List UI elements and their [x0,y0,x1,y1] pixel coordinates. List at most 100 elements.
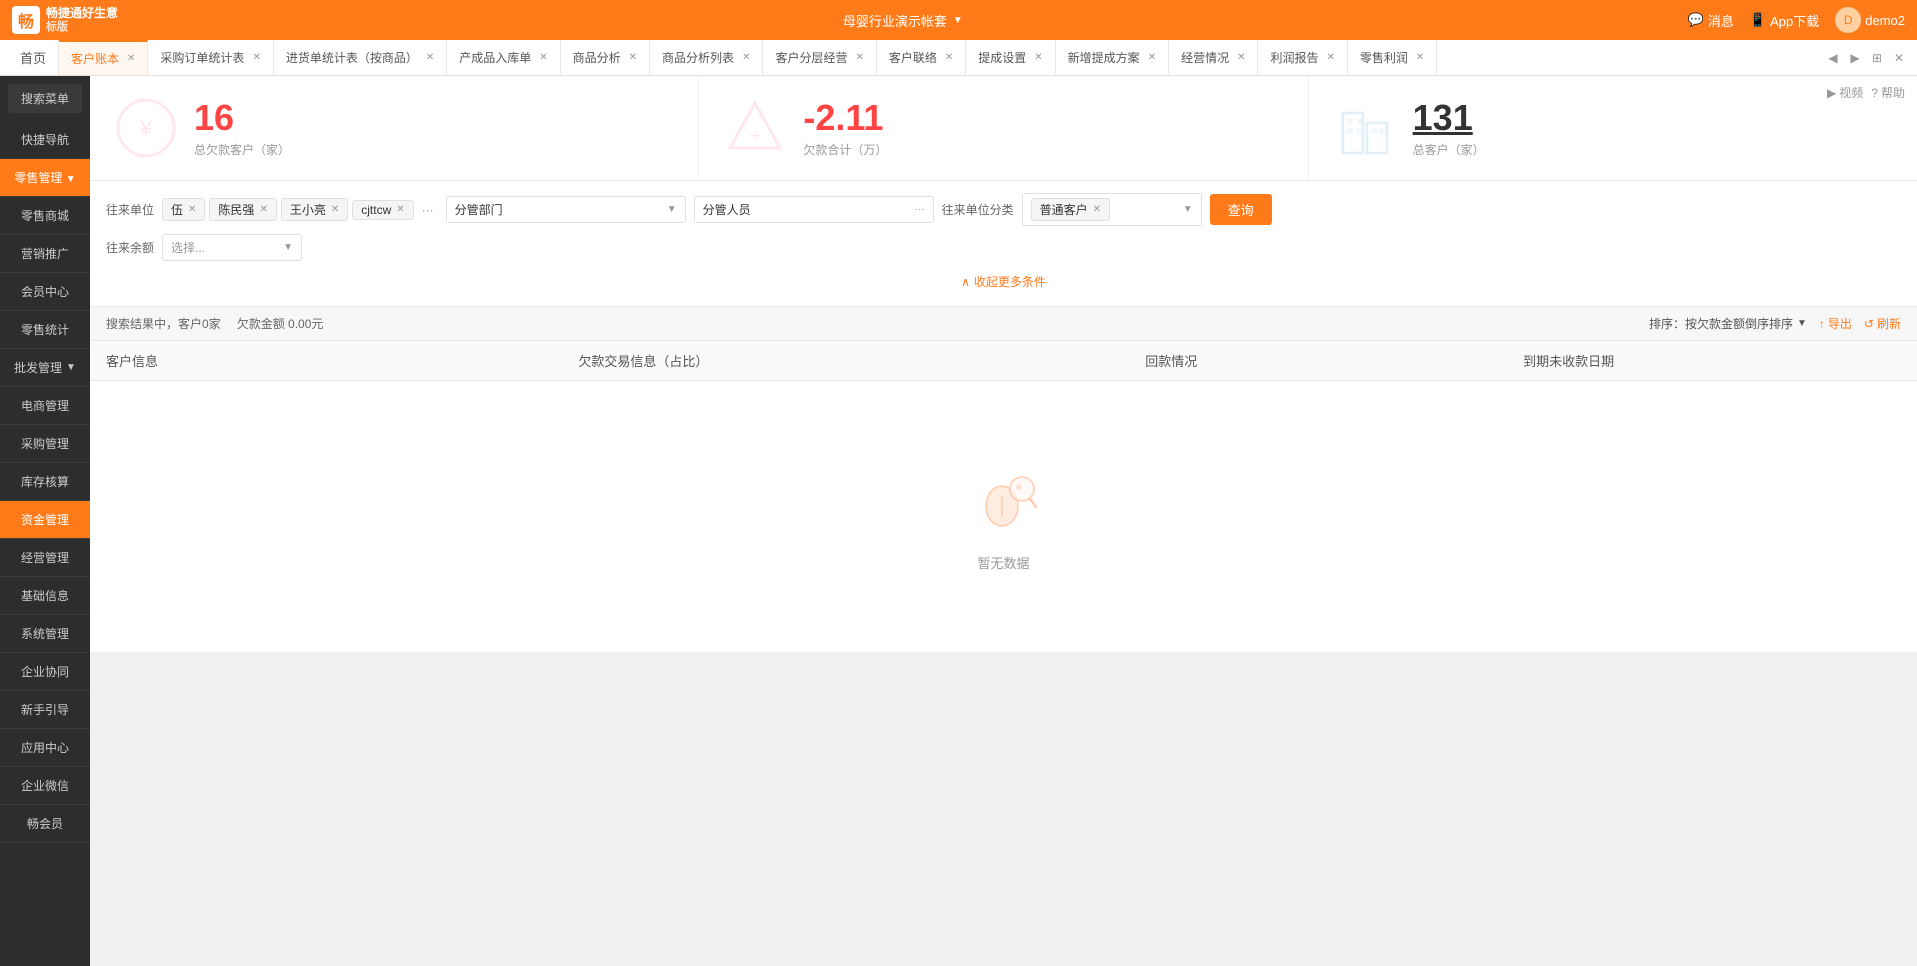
chevron-down-icon: ▼ [1183,204,1193,215]
app-download-button[interactable]: 📱 App下载 [1750,11,1819,30]
export-button[interactable]: ↑ 导出 [1819,315,1852,332]
tab-close-icon[interactable]: ✕ [629,52,637,63]
refresh-button[interactable]: ↺ 刷新 [1864,315,1901,332]
stat-label-total: 总客户（家） [1413,141,1485,158]
help-button[interactable]: ? 帮助 [1871,84,1905,101]
tab-close-icon[interactable]: ✕ [252,52,260,63]
tab-customer-layer[interactable]: 客户分层经营 ✕ [763,40,876,76]
sort-select[interactable]: 排序：按欠款金额倒序排序 ▼ [1649,315,1807,332]
tab-goods-stats[interactable]: 进货单统计表（按商品） ✕ [274,40,447,76]
tab-close-all-button[interactable]: ✕ [1889,48,1909,68]
th-due-date: 到期未收款日期 [1523,351,1901,370]
tab-close-icon[interactable]: ✕ [855,52,863,63]
chevron-up-icon: ∧ [961,275,970,289]
tab-bar: 首页 客户账本 ✕ 采购订单统计表 ✕ 进货单统计表（按商品） ✕ 产成品入库单… [0,40,1917,76]
tab-close-icon[interactable]: ✕ [1034,52,1042,63]
sidebar-item-ecommerce[interactable]: 电商管理 [0,387,90,425]
tab-more-button[interactable]: ⊞ [1867,48,1887,68]
tab-close-icon[interactable]: ✕ [742,52,750,63]
top-bar-right: 💬 消息 📱 App下载 D demo2 [1688,7,1905,33]
tag-close-cjttcw[interactable]: ✕ [396,204,404,215]
sidebar-item-enterprise-wechat[interactable]: 企业微信 [0,767,90,805]
tab-prev-button[interactable]: ◀ [1823,48,1843,68]
filter-label-unit: 往来单位 [106,201,154,218]
video-help-button[interactable]: ▶ 视频 [1827,84,1863,101]
sidebar-item-basic-info[interactable]: 基础信息 [0,577,90,615]
filter-classify-select[interactable]: 普通客户 ✕ ▼ [1022,193,1202,226]
stat-info-total-customers: 131 总客户（家） [1413,98,1485,159]
tab-purchase-order-stats[interactable]: 采购订单统计表 ✕ [148,40,273,76]
search-summary: 搜索结果中，客户0家 欠款金额 0.00元 排序：按欠款金额倒序排序 ▼ ↑ 导… [90,307,1917,341]
sidebar-item-retail-management[interactable]: 零售管理 ▼ [0,159,90,197]
stat-label-debt: 欠款合计（万） [803,141,887,158]
sidebar-item-wholesale-management[interactable]: 批发管理 ▼ [0,349,90,387]
sidebar-item-app-center[interactable]: 应用中心 [0,729,90,767]
chevron-down-icon: ▼ [1797,318,1807,329]
sidebar-item-capital-management[interactable]: 资金管理 [0,501,90,539]
tab-close-icon[interactable]: ✕ [945,52,953,63]
sidebar-item-member-center[interactable]: 会员中心 [0,273,90,311]
tab-retail-profit[interactable]: 零售利润 ✕ [1348,40,1437,76]
tag-close-wang[interactable]: ✕ [331,204,339,215]
chevron-down-icon: ··· [915,204,925,215]
th-debt-info: 欠款交易信息（占比） [578,351,1145,370]
refresh-icon: ↺ [1864,317,1874,331]
sidebar: 搜索菜单 快捷导航 零售管理 ▼ 零售商城 营销推广 会员中心 零售统计 批发管… [0,76,90,966]
tab-commission-settings[interactable]: 提成设置 ✕ [966,40,1055,76]
sidebar-search-area: 搜索菜单 [0,76,90,121]
filter-tag-normal-customer: 普通客户 ✕ [1031,198,1110,221]
stat-value-customers: 16 [194,98,290,138]
tab-add-commission-plan[interactable]: 新增提成方案 ✕ [1056,40,1169,76]
sidebar-item-system-management[interactable]: 系统管理 [0,615,90,653]
tab-product-analysis[interactable]: 商品分析 ✕ [561,40,650,76]
filter-person-select[interactable]: 分管人员 ··· [694,196,934,223]
tag-close-wu[interactable]: ✕ [188,204,196,215]
logo-text: 畅捷通好生意 标版 [46,6,118,34]
sidebar-item-retail-mall[interactable]: 零售商城 [0,197,90,235]
sidebar-item-purchase[interactable]: 采购管理 [0,425,90,463]
sidebar-item-retail-stats[interactable]: 零售统计 [0,311,90,349]
tab-next-button[interactable]: ▶ [1845,48,1865,68]
logo-icon: 畅 [12,6,40,34]
chevron-down-icon: ▼ [66,362,76,373]
tab-close-icon[interactable]: ✕ [127,53,135,64]
sidebar-item-enterprise-collab[interactable]: 企业协同 [0,653,90,691]
tab-profit-report[interactable]: 利润报告 ✕ [1258,40,1347,76]
stat-card-actions: ▶ 视频 ? 帮助 [1827,84,1905,101]
collapse-button[interactable]: ∧ 收起更多条件 [957,269,1050,294]
chevron-down-icon: ▼ [66,174,76,185]
filter-tags-more[interactable]: ··· [418,201,438,219]
tab-close-icon[interactable]: ✕ [1416,52,1424,63]
message-button[interactable]: 💬 消息 [1688,11,1734,30]
tag-close-normal-customer[interactable]: ✕ [1093,204,1101,215]
tab-product-analysis-list[interactable]: 商品分析列表 ✕ [650,40,763,76]
tab-close-icon[interactable]: ✕ [539,52,547,63]
tab-close-icon[interactable]: ✕ [1148,52,1156,63]
tab-home[interactable]: 首页 [8,40,59,76]
tab-customer-ledger[interactable]: 客户账本 ✕ [59,40,148,76]
user-avatar[interactable]: D demo2 [1835,7,1905,33]
sidebar-search-button[interactable]: 搜索菜单 [8,84,82,113]
stat-icon-building [1333,96,1397,160]
tab-close-icon[interactable]: ✕ [426,52,434,63]
tag-close-chen[interactable]: ✕ [259,204,267,215]
sidebar-item-quick-nav[interactable]: 快捷导航 [0,121,90,159]
workspace-selector[interactable]: 母婴行业演示帐套 ▼ [843,11,963,30]
table-header: 客户信息 欠款交易信息（占比） 回款情况 到期未收款日期 [90,341,1917,381]
export-icon: ↑ [1819,317,1825,331]
tab-operation-status[interactable]: 经营情况 ✕ [1169,40,1258,76]
sort-label: 排序：按欠款金额倒序排序 [1649,315,1793,332]
sidebar-item-operation-management[interactable]: 经营管理 [0,539,90,577]
tab-customer-contact[interactable]: 客户联络 ✕ [877,40,966,76]
sidebar-item-marketing[interactable]: 营销推广 [0,235,90,273]
filter-dept-select[interactable]: 分管部门 ▼ [446,196,686,223]
sidebar-item-newbie-guide[interactable]: 新手引导 [0,691,90,729]
tab-close-icon[interactable]: ✕ [1327,52,1335,63]
query-button[interactable]: 查询 [1210,194,1272,225]
tab-close-icon[interactable]: ✕ [1237,52,1245,63]
sidebar-item-inventory[interactable]: 库存核算 [0,463,90,501]
sidebar-item-chang-member[interactable]: 畅会员 [0,805,90,843]
filter-balance-select[interactable]: 选择... ▼ [162,234,302,261]
tab-production-inbound[interactable]: 产成品入库单 ✕ [447,40,560,76]
svg-text:+: + [750,126,761,146]
